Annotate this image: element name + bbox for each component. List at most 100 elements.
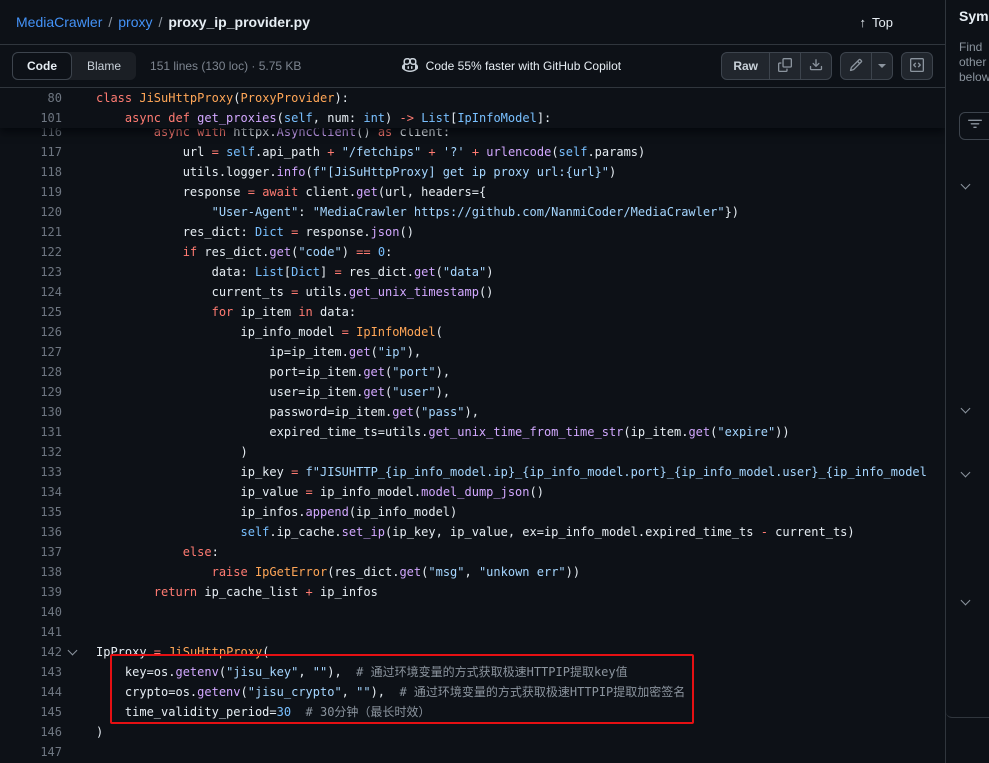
code-area: 116 async with httpx.AsyncClient() as cl…	[0, 88, 945, 763]
code-text: crypto=os.getenv("jisu_crypto", ""), # 通…	[62, 682, 685, 702]
code-text: )	[62, 722, 103, 742]
line-number[interactable]: 141	[0, 622, 62, 642]
chevron-down-icon[interactable]	[962, 469, 972, 479]
symbols-toggle-button[interactable]	[901, 52, 933, 80]
line-number[interactable]: 125	[0, 302, 62, 322]
code-line: 126 ip_info_model = IpInfoModel(	[0, 322, 945, 342]
tab-blame[interactable]: Blame	[72, 52, 136, 80]
line-number[interactable]: 123	[0, 262, 62, 282]
code-blame-switch: Code Blame	[12, 52, 136, 80]
code-line: 122 if res_dict.get("code") == 0:	[0, 242, 945, 262]
line-number[interactable]: 124	[0, 282, 62, 302]
code-line: 131 expired_time_ts=utils.get_unix_time_…	[0, 422, 945, 442]
chevron-down-icon[interactable]	[962, 181, 972, 191]
line-number[interactable]: 138	[0, 562, 62, 582]
code-text: raise IpGetError(res_dict.get("msg", "un…	[62, 562, 580, 582]
breadcrumb-folder-link[interactable]: proxy	[118, 14, 152, 30]
line-number[interactable]: 134	[0, 482, 62, 502]
line-number[interactable]: 121	[0, 222, 62, 242]
code-line: 124 current_ts = utils.get_unix_timestam…	[0, 282, 945, 302]
code-line: 143 key=os.getenv("jisu_key", ""), # 通过环…	[0, 662, 945, 682]
code-line: 137 else:	[0, 542, 945, 562]
code-text: key=os.getenv("jisu_key", ""), # 通过环境变量的…	[62, 662, 628, 682]
edit-button[interactable]	[840, 52, 872, 80]
line-number[interactable]: 132	[0, 442, 62, 462]
download-button[interactable]	[800, 52, 832, 80]
code-line: 145 time_validity_period=30 # 30分钟（最长时效）	[0, 702, 945, 722]
tab-code[interactable]: Code	[12, 52, 72, 80]
line-number[interactable]: 117	[0, 142, 62, 162]
line-number[interactable]: 131	[0, 422, 62, 442]
copilot-banner[interactable]: Code 55% faster with GitHub Copilot	[402, 57, 621, 76]
code-line: 120 "User-Agent": "MediaCrawler https://…	[0, 202, 945, 222]
code-text: utils.logger.info(f"[JiSuHttpProxy] get …	[62, 162, 616, 182]
code-text	[62, 742, 96, 762]
line-number[interactable]: 143	[0, 662, 62, 682]
line-number[interactable]: 80	[0, 88, 62, 108]
line-number[interactable]: 120	[0, 202, 62, 222]
code-line: 147	[0, 742, 945, 762]
line-number[interactable]: 127	[0, 342, 62, 362]
symbols-panel: Symbols Find other below	[945, 0, 989, 763]
code-text: self.ip_cache.set_ip(ip_key, ip_value, e…	[62, 522, 855, 542]
line-number[interactable]: 133	[0, 462, 62, 482]
edit-dropdown-button[interactable]	[871, 52, 893, 80]
line-number[interactable]: 147	[0, 742, 62, 762]
chevron-down-icon[interactable]	[962, 597, 972, 607]
copy-icon	[778, 58, 792, 75]
code-line: 132 )	[0, 442, 945, 462]
code-text: port=ip_item.get("port"),	[62, 362, 450, 382]
line-number[interactable]: 122	[0, 242, 62, 262]
symbols-description-line: below	[959, 70, 989, 85]
raw-button[interactable]: Raw	[721, 52, 770, 80]
code-text: )	[62, 442, 248, 462]
line-number[interactable]: 142	[0, 642, 62, 662]
code-line: 134 ip_value = ip_info_model.model_dump_…	[0, 482, 945, 502]
line-number[interactable]: 101	[0, 108, 62, 128]
breadcrumb-separator: /	[108, 14, 112, 30]
code-line: 133 ip_key = f"JISUHTTP_{ip_info_model.i…	[0, 462, 945, 482]
code-text: IpProxy = JiSuHttpProxy(	[62, 642, 269, 662]
line-number[interactable]: 136	[0, 522, 62, 542]
symbols-description-line: other	[959, 55, 989, 70]
code-line: 119 response = await client.get(url, hea…	[0, 182, 945, 202]
fold-toggle-icon[interactable]	[69, 647, 79, 657]
sticky-context-lines: 80class JiSuHttpProxy(ProxyProvider):101…	[0, 88, 945, 128]
file-card: Code Blame 151 lines (130 loc) · 5.75 KB…	[0, 44, 945, 763]
line-number[interactable]: 118	[0, 162, 62, 182]
line-number[interactable]: 145	[0, 702, 62, 722]
code-text: return ip_cache_list + ip_infos	[62, 582, 378, 602]
pencil-icon	[849, 58, 863, 75]
code-line: 136 self.ip_cache.set_ip(ip_key, ip_valu…	[0, 522, 945, 542]
github-code-view: MediaCrawler / proxy / proxy_ip_provider…	[0, 0, 989, 763]
breadcrumb-repo-link[interactable]: MediaCrawler	[16, 14, 102, 30]
line-number[interactable]: 135	[0, 502, 62, 522]
line-number[interactable]: 126	[0, 322, 62, 342]
symbols-filter-input[interactable]	[959, 112, 989, 140]
chevron-down-icon[interactable]	[962, 405, 972, 415]
line-number[interactable]: 139	[0, 582, 62, 602]
line-number[interactable]: 129	[0, 382, 62, 402]
code-text: current_ts = utils.get_unix_timestamp()	[62, 282, 493, 302]
line-number[interactable]: 119	[0, 182, 62, 202]
copy-button[interactable]	[769, 52, 801, 80]
code-text: ip_infos.append(ip_info_model)	[62, 502, 457, 522]
copilot-label: Code 55% faster with GitHub Copilot	[426, 59, 621, 73]
symbols-panel-title: Symbols	[959, 8, 989, 24]
line-number[interactable]: 137	[0, 542, 62, 562]
line-number[interactable]: 144	[0, 682, 62, 702]
line-number[interactable]: 128	[0, 362, 62, 382]
code-line: 144 crypto=os.getenv("jisu_crypto", ""),…	[0, 682, 945, 702]
back-to-top-button[interactable]: ↑ Top	[854, 14, 899, 31]
code-line: 142IpProxy = JiSuHttpProxy(	[0, 642, 945, 662]
code-line: 121 res_dict: Dict = response.json()	[0, 222, 945, 242]
code-line: 123 data: List[Dict] = res_dict.get("dat…	[0, 262, 945, 282]
breadcrumb-bar: MediaCrawler / proxy / proxy_ip_provider…	[0, 0, 945, 44]
line-number[interactable]: 146	[0, 722, 62, 742]
code-text: user=ip_item.get("user"),	[62, 382, 450, 402]
line-number[interactable]: 140	[0, 602, 62, 622]
code-text: else:	[62, 542, 219, 562]
line-number[interactable]: 130	[0, 402, 62, 422]
code-square-icon	[910, 58, 924, 75]
code-line: 129 user=ip_item.get("user"),	[0, 382, 945, 402]
